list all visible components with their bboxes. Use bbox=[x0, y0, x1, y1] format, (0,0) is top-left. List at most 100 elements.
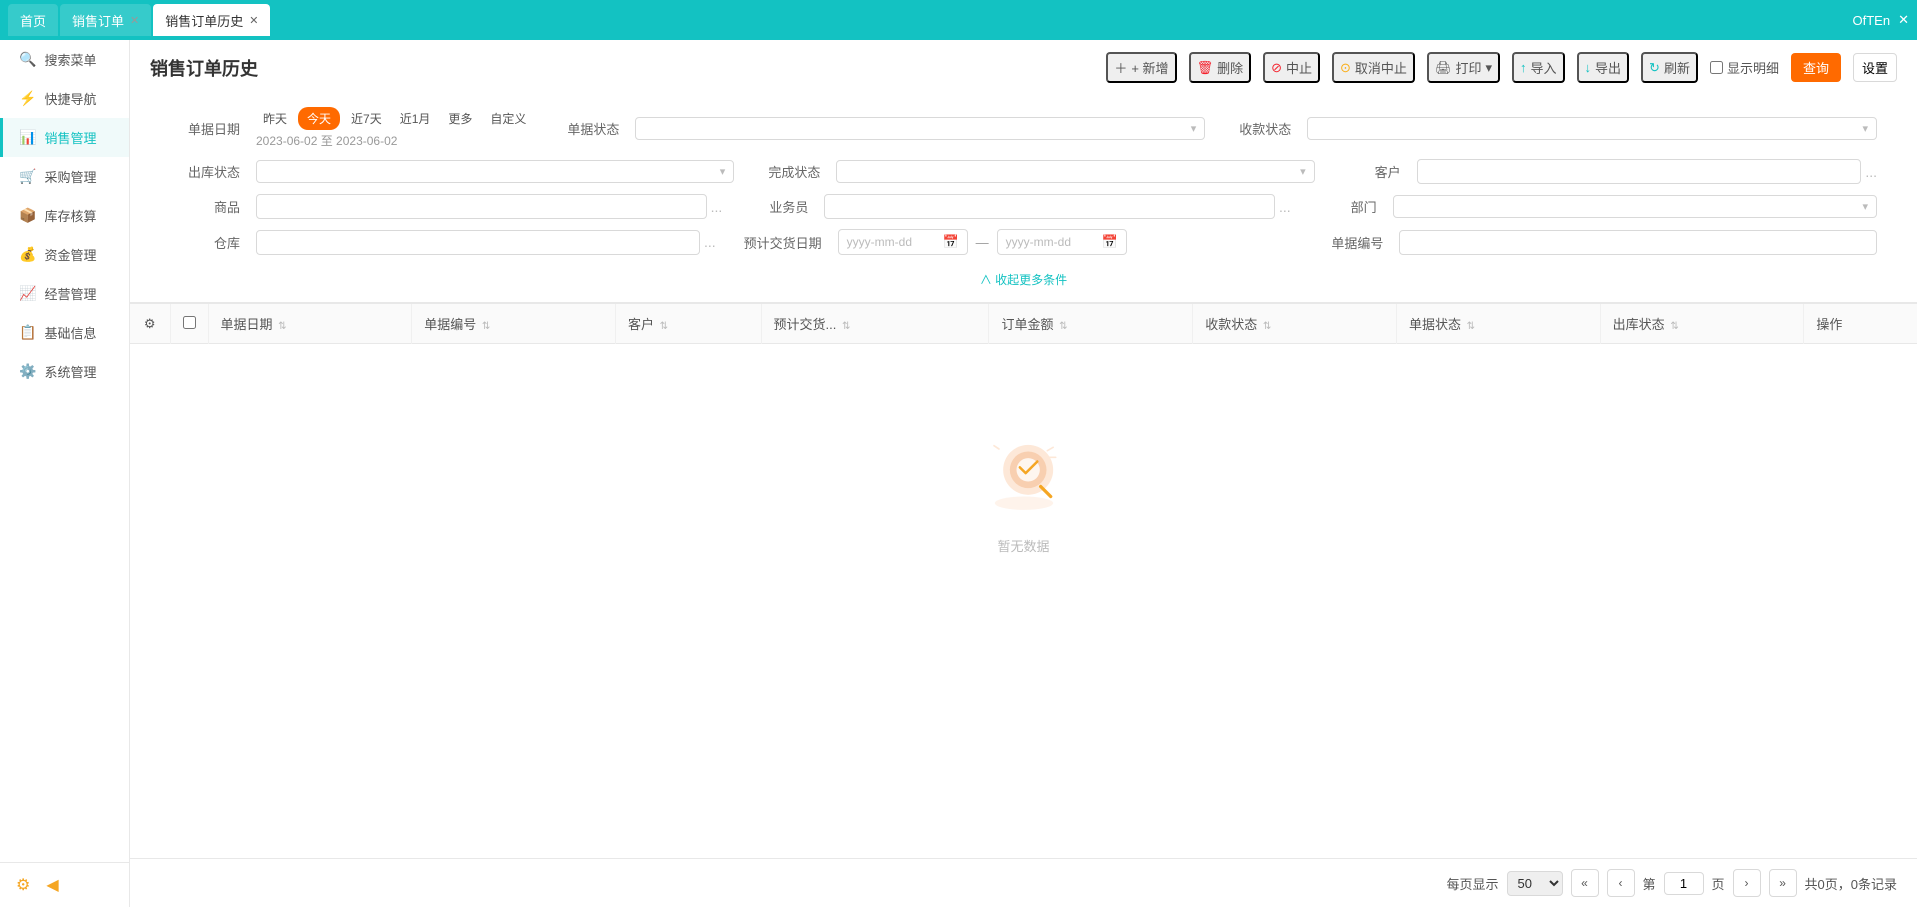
customer-dots[interactable]: ... bbox=[1865, 164, 1877, 180]
filter-area: 单据日期 昨天 今天 近7天 近1月 更多 自定义 2023-06-02 至 2… bbox=[150, 95, 1897, 302]
cancel-stop-button[interactable]: ⊙ 取消中止 bbox=[1332, 52, 1415, 83]
sidebar-item-purchase-mgmt[interactable]: 🛒 采购管理 bbox=[0, 157, 129, 196]
th-checkbox[interactable] bbox=[170, 304, 208, 344]
stop-button[interactable]: ⊘ 中止 bbox=[1263, 52, 1320, 83]
page-input[interactable] bbox=[1664, 872, 1704, 895]
warehouse-input[interactable] bbox=[256, 230, 700, 255]
delivery-sort-icon[interactable]: ⇅ bbox=[842, 321, 850, 332]
sidebar-settings-icon[interactable]: ⚙ bbox=[16, 875, 30, 895]
date-label: 单据日期 bbox=[170, 119, 240, 138]
sidebar-item-basic-info[interactable]: 📋 基础信息 bbox=[0, 313, 129, 352]
customer-input[interactable] bbox=[1417, 159, 1862, 184]
export-button[interactable]: ↓ 导出 bbox=[1577, 52, 1630, 83]
date-btn-yesterday[interactable]: 昨天 bbox=[256, 107, 294, 130]
receipt-status-sort-icon[interactable]: ⇅ bbox=[1263, 321, 1271, 332]
salesman-label: 业务员 bbox=[738, 197, 808, 216]
select-all-checkbox[interactable] bbox=[183, 316, 196, 329]
doc-status-chevron: ▾ bbox=[1191, 122, 1197, 135]
sidebar-item-quick-nav[interactable]: ⚡ 快捷导航 bbox=[0, 79, 129, 118]
sidebar-item-capital-mgmt-label: 资金管理 bbox=[44, 245, 96, 264]
dept-select[interactable]: ▾ bbox=[1393, 195, 1877, 218]
delivery-date-start[interactable]: yyyy-mm-dd 📅 bbox=[838, 229, 968, 255]
doc-status-sort-icon[interactable]: ⇅ bbox=[1467, 321, 1475, 332]
settings-button[interactable]: 设置 bbox=[1853, 53, 1897, 82]
refresh-icon: ↻ bbox=[1649, 60, 1660, 76]
capital-mgmt-icon: 💰 bbox=[19, 246, 36, 263]
product-input[interactable] bbox=[256, 194, 707, 219]
sidebar-item-system-mgmt-label: 系统管理 bbox=[44, 362, 96, 381]
query-button[interactable]: 查询 bbox=[1791, 53, 1841, 82]
last-page-button[interactable]: » bbox=[1769, 869, 1797, 897]
sidebar-item-search-menu[interactable]: 🔍 搜索菜单 bbox=[0, 40, 129, 79]
import-button[interactable]: ↑ 导入 bbox=[1512, 52, 1565, 83]
page-size-select[interactable]: 50 20 100 bbox=[1507, 871, 1563, 896]
settings-icon[interactable]: ⚙ bbox=[144, 316, 156, 331]
print-button[interactable]: 🖨 打印 ▾ bbox=[1427, 52, 1500, 83]
date-btn-custom[interactable]: 自定义 bbox=[483, 107, 533, 130]
warehouse-label: 仓库 bbox=[170, 233, 240, 252]
sales-mgmt-icon: 📊 bbox=[19, 129, 36, 146]
order-no-label: 单据编号 bbox=[1313, 233, 1383, 252]
sidebar-item-purchase-mgmt-label: 采购管理 bbox=[44, 167, 96, 186]
date-btn-more[interactable]: 更多 bbox=[441, 107, 479, 130]
top-bar-brand: OfTEn bbox=[1853, 13, 1891, 28]
top-bar-close[interactable]: ✕ bbox=[1898, 12, 1909, 28]
sidebar-collapse-icon[interactable]: ◀ bbox=[46, 875, 58, 895]
status-label: 单据状态 bbox=[549, 119, 619, 138]
first-page-button[interactable]: « bbox=[1571, 869, 1599, 897]
salesman-dots[interactable]: ... bbox=[1279, 199, 1291, 215]
complete-status-select[interactable]: ▾ bbox=[836, 160, 1314, 183]
collapse-row[interactable]: ∧ 收起更多条件 bbox=[170, 265, 1877, 290]
page-label: 第 bbox=[1643, 874, 1656, 893]
print-icon: 🖨 bbox=[1435, 60, 1452, 76]
sidebar-item-capital-mgmt[interactable]: 💰 资金管理 bbox=[0, 235, 129, 274]
delete-button[interactable]: 🗑 删除 bbox=[1189, 52, 1252, 83]
th-date: 单据日期 ⇅ bbox=[208, 304, 412, 344]
tab-sales-order-history[interactable]: 销售订单历史 ✕ bbox=[153, 4, 270, 36]
salesman-input[interactable] bbox=[824, 194, 1275, 219]
prev-page-button[interactable]: ‹ bbox=[1607, 869, 1635, 897]
customer-label: 客户 bbox=[1331, 162, 1401, 181]
sidebar-item-inventory-check-label: 库存核算 bbox=[44, 206, 96, 225]
out-status-label: 出库状态 bbox=[170, 162, 240, 181]
out-status-sort-icon[interactable]: ⇅ bbox=[1670, 321, 1678, 332]
no-sort-icon[interactable]: ⇅ bbox=[482, 321, 490, 332]
sidebar-item-system-mgmt[interactable]: ⚙️ 系统管理 bbox=[0, 352, 129, 391]
receipt-status-select[interactable]: ▾ bbox=[1307, 117, 1877, 140]
display-detail-checkbox[interactable]: 显示明细 bbox=[1710, 58, 1779, 77]
cancel-stop-icon: ⊙ bbox=[1340, 60, 1351, 76]
customer-sort-icon[interactable]: ⇅ bbox=[660, 321, 668, 332]
tab-sales-order[interactable]: 销售订单 ✕ bbox=[60, 4, 151, 36]
total-text: 共0页，0条记录 bbox=[1805, 874, 1897, 893]
data-table: ⚙ 单据日期 ⇅ 单据编号 ⇅ bbox=[130, 304, 1917, 635]
sidebar-item-inventory-check[interactable]: 📦 库存核算 bbox=[0, 196, 129, 235]
amount-sort-icon[interactable]: ⇅ bbox=[1059, 321, 1067, 332]
date-btn-1month[interactable]: 近1月 bbox=[393, 107, 438, 130]
delivery-date-end[interactable]: yyyy-mm-dd 📅 bbox=[997, 229, 1127, 255]
new-button[interactable]: ＋ + 新增 bbox=[1106, 52, 1176, 83]
warehouse-dots[interactable]: ... bbox=[704, 234, 716, 250]
complete-status-chevron: ▾ bbox=[1300, 165, 1306, 178]
tab-sales-order-history-close[interactable]: ✕ bbox=[249, 14, 258, 27]
tab-home[interactable]: 首页 bbox=[8, 4, 58, 36]
display-detail-input[interactable] bbox=[1710, 61, 1723, 74]
out-status-select[interactable]: ▾ bbox=[256, 160, 734, 183]
export-icon: ↓ bbox=[1585, 60, 1592, 75]
refresh-button[interactable]: ↻ 刷新 bbox=[1641, 52, 1698, 83]
tab-sales-order-close[interactable]: ✕ bbox=[130, 14, 139, 27]
next-page-button[interactable]: › bbox=[1733, 869, 1761, 897]
sidebar-bottom: ⚙ ◀ bbox=[0, 862, 129, 907]
date-sort-icon[interactable]: ⇅ bbox=[278, 321, 286, 332]
date-dash: — bbox=[972, 235, 993, 250]
sidebar-item-sales-mgmt[interactable]: 📊 销售管理 bbox=[0, 118, 129, 157]
product-dots[interactable]: ... bbox=[711, 199, 723, 215]
sidebar-item-operation-mgmt[interactable]: 📈 经营管理 bbox=[0, 274, 129, 313]
date-btn-7days[interactable]: 近7天 bbox=[344, 107, 389, 130]
th-delivery: 预计交货... ⇅ bbox=[761, 304, 989, 344]
order-no-input[interactable] bbox=[1399, 230, 1877, 255]
dept-label: 部门 bbox=[1307, 197, 1377, 216]
system-mgmt-icon: ⚙️ bbox=[19, 363, 36, 380]
th-settings[interactable]: ⚙ bbox=[130, 304, 170, 344]
date-btn-today[interactable]: 今天 bbox=[298, 107, 340, 130]
doc-status-select[interactable]: ▾ bbox=[635, 117, 1205, 140]
